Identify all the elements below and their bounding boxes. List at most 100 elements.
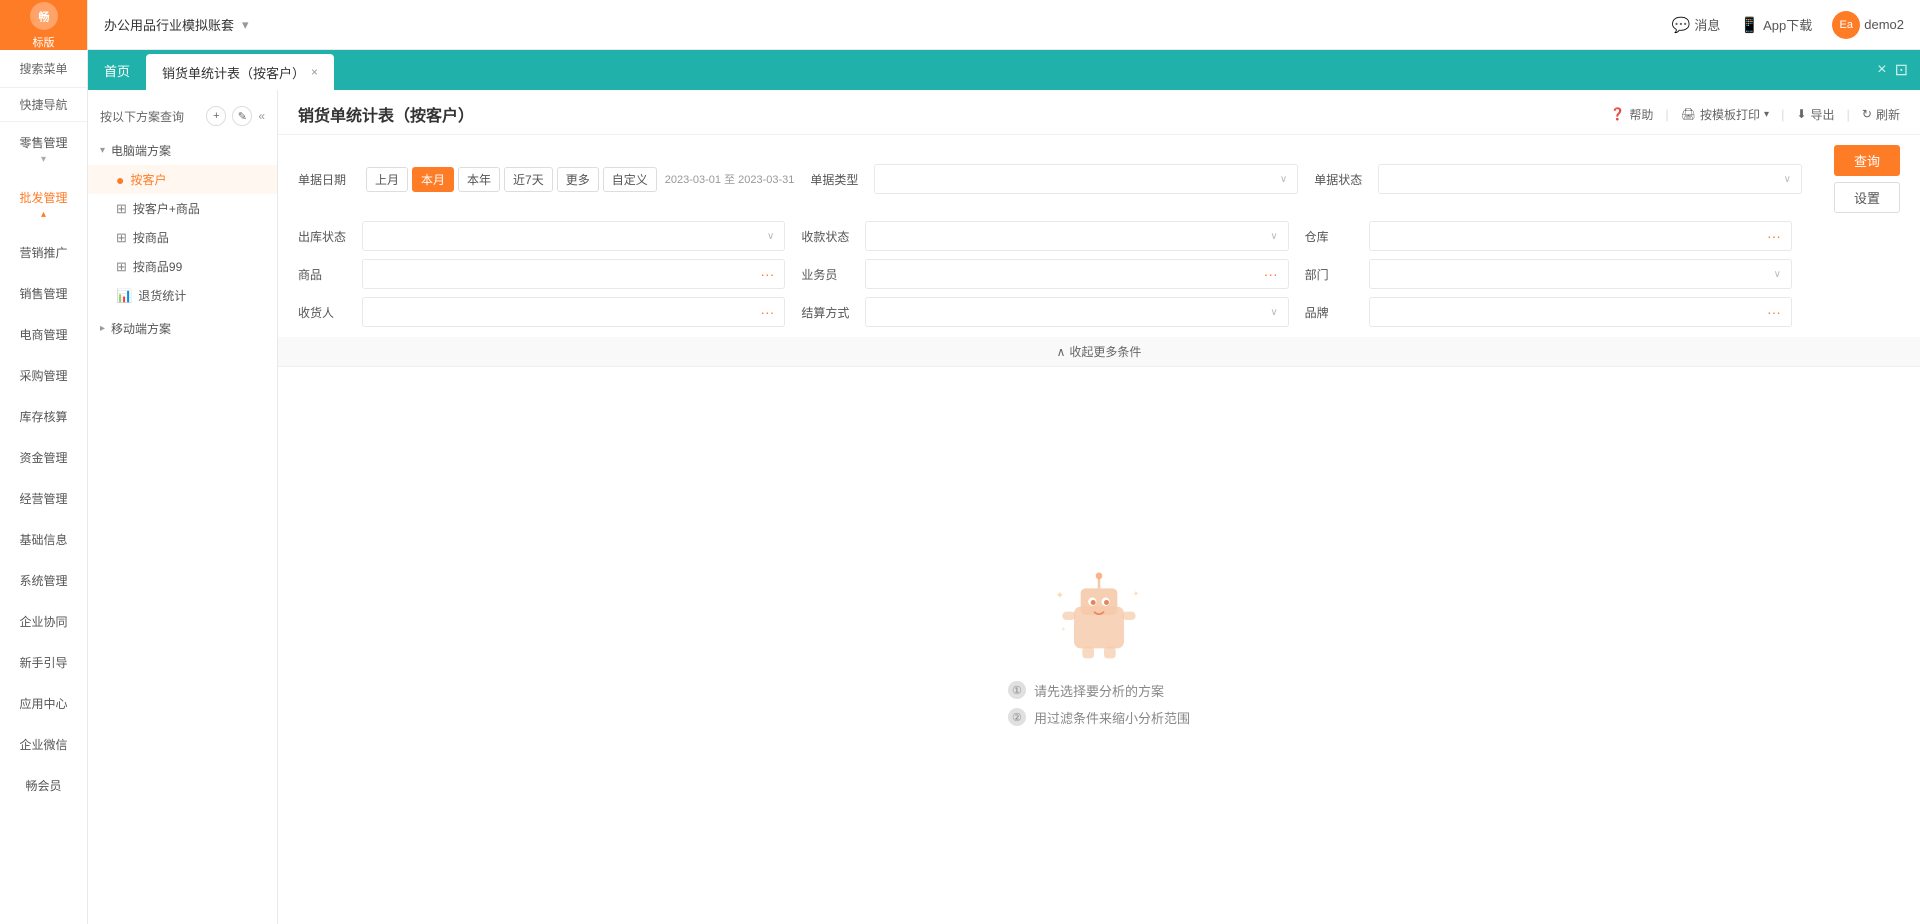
receiver-label: 收货人 [298,304,354,321]
refresh-btn[interactable]: ↻ 刷新 [1862,106,1900,123]
message-icon: 💬 [1672,16,1691,34]
scheme-item-customer-goods[interactable]: ⊞ 按客户+商品 [88,194,277,223]
collapse-more-conditions-btn[interactable]: ∧ 收起更多条件 [278,337,1920,367]
scheme-group-mobile-header[interactable]: ▸ 移动端方案 [88,314,277,343]
sidebar-item-label: 电商管理 [19,326,67,343]
logo-text: 标版 [33,34,55,50]
phone-icon: 📱 [1740,16,1759,34]
export-btn[interactable]: ⬇ 导出 [1796,106,1834,123]
export-icon: ⬇ [1796,107,1806,121]
app-download-btn[interactable]: 📱 App下载 [1740,15,1812,34]
settlement-select[interactable]: ∨ [865,297,1288,327]
quick-nav-item[interactable]: 快捷导航 [0,88,87,122]
brand-select[interactable]: ··· [1369,297,1792,327]
filter-row-4: 收货人 ··· 结算方式 ∨ 品牌 [278,297,1920,337]
scheme-item-goods99[interactable]: ⊞ 按商品99 [88,252,277,281]
salesperson-select[interactable]: ··· [865,259,1288,289]
logo-area: 畅 标版 [0,0,87,50]
user-profile-btn[interactable]: Ea demo2 [1832,11,1904,39]
sidebar-item-wechat[interactable]: 企业微信 [0,724,87,765]
edit-scheme-btn[interactable]: ✎ [232,106,252,126]
industry-dropdown-icon[interactable]: ▾ [242,17,249,33]
tip2-text: 用过滤条件来缩小分析范围 [1034,708,1190,727]
order-type-select[interactable]: ∨ [874,164,1298,194]
scheme-item-return-stats[interactable]: 📊 退货统计 [88,281,277,310]
sidebar: 畅 标版 搜索菜单 快捷导航 零售管理 ▾ 批发管理 ▴ 营销推广 销售管理 电… [0,0,88,924]
scheme-group-pc-arrow: ▾ [100,145,105,156]
receiver-filter-item: 收货人 ··· [298,297,785,327]
receipt-status-label: 收款状态 [801,228,857,245]
dept-filter-item: 部门 ∨ [1305,259,1792,289]
filter-row-2: 出库状态 ∨ 收款状态 ∨ 仓库 [278,221,1920,259]
tab-sales-stats[interactable]: 销货单统计表（按客户） × [146,54,334,90]
refresh-label: 刷新 [1876,106,1900,123]
receiver-select[interactable]: ··· [362,297,785,327]
order-status-select[interactable]: ∨ [1378,164,1802,194]
filters-container: 单据日期 上月 本月 本年 近7天 更多 自定义 2023-03-01 至 20… [278,135,1920,367]
date-btn-custom[interactable]: 自定义 [603,167,657,192]
sidebar-item-retail[interactable]: 零售管理 ▾ [0,122,87,177]
svg-text:畅: 畅 [38,10,49,24]
date-btn-more[interactable]: 更多 [557,167,599,192]
help-btn[interactable]: ❓ 帮助 [1610,106,1653,123]
receiver-dots-icon: ··· [760,304,774,320]
date-btn-7days[interactable]: 近7天 [504,167,553,192]
sidebar-item-newbie[interactable]: 新手引导 [0,642,87,683]
goods-label: 商品 [298,266,354,283]
date-btn-this-year[interactable]: 本年 [458,167,500,192]
tip2-num: ② [1008,708,1026,726]
date-btn-this-month[interactable]: 本月 [412,167,454,192]
goods-select[interactable]: ··· [362,259,785,289]
scheme-group-pc-header[interactable]: ▾ 电脑端方案 [88,136,277,165]
message-btn[interactable]: 💬 消息 [1672,15,1721,34]
sidebar-item-basics[interactable]: 基础信息 [0,519,87,560]
tab-close-icon[interactable]: × [311,65,318,79]
settings-button[interactable]: 设置 [1834,182,1900,213]
filter-row-3: 商品 ··· 业务员 ··· 部门 [278,259,1920,297]
brand-label: 品牌 [1305,304,1361,321]
out-status-select[interactable]: ∨ [362,221,785,251]
sidebar-item-purchase[interactable]: 采购管理 [0,355,87,396]
scheme-panel-title: 按以下方案查询 [100,108,184,125]
sidebar-item-appcenter[interactable]: 应用中心 [0,683,87,724]
tip2-num-text: ② [1012,711,1022,724]
scheme-group-pc: ▾ 电脑端方案 ● 按客户 ⊞ 按客户+商品 ⊞ 按商品 ⊞ 按商品99 [88,136,277,310]
avatar: Ea [1832,11,1860,39]
close-window-icon[interactable]: × [1877,61,1886,79]
scheme-panel: 按以下方案查询 + ✎ « ▾ 电脑端方案 ● 按客户 ⊞ [88,90,278,924]
tab-home[interactable]: 首页 [88,50,146,90]
restore-window-icon[interactable]: ⊡ [1895,60,1908,80]
search-menu-item[interactable]: 搜索菜单 [0,50,87,88]
export-label: 导出 [1811,106,1835,123]
return-stats-icon: 📊 [116,288,132,304]
goods99-icon: ⊞ [116,259,127,275]
order-status-filter-item: 单据状态 ∨ [1314,164,1802,194]
sidebar-item-sales[interactable]: 销售管理 [0,273,87,314]
out-status-label: 出库状态 [298,228,354,245]
sidebar-item-member[interactable]: 畅会员 [0,765,87,806]
sidebar-item-system[interactable]: 系统管理 [0,560,87,601]
topbar-left: 办公用品行业模拟账套 ▾ [104,15,249,34]
sidebar-item-ecommerce[interactable]: 电商管理 [0,314,87,355]
receipt-status-select[interactable]: ∨ [865,221,1288,251]
collapse-panel-btn[interactable]: « [258,109,265,123]
sidebar-item-marketing[interactable]: 营销推广 [0,232,87,273]
sidebar-item-wholesale[interactable]: 批发管理 ▴ [0,177,87,232]
sidebar-item-collab[interactable]: 企业协同 [0,601,87,642]
print-btn[interactable]: 🖨 按模板打印 ▾ [1681,106,1769,123]
warehouse-select[interactable]: ··· [1369,221,1792,251]
dept-select[interactable]: ∨ [1369,259,1792,289]
add-scheme-btn[interactable]: + [206,106,226,126]
scheme-item-goods[interactable]: ⊞ 按商品 [88,223,277,252]
sidebar-item-label: 新手引导 [19,654,67,671]
date-btn-last-month[interactable]: 上月 [366,167,408,192]
order-type-arrow-icon: ∨ [1280,174,1287,185]
query-button[interactable]: 查询 [1834,145,1900,176]
sidebar-item-inventory[interactable]: 库存核算 [0,396,87,437]
sidebar-item-operations[interactable]: 经营管理 [0,478,87,519]
sidebar-item-finance[interactable]: 资金管理 [0,437,87,478]
page-title-actions: ❓ 帮助 | 🖨 按模板打印 ▾ | ⬇ 导出 | [1610,106,1900,123]
receipt-status-arrow-icon: ∨ [1270,231,1277,242]
scheme-item-goods-label: 按商品 [133,229,169,246]
scheme-item-customer[interactable]: ● 按客户 [88,165,277,194]
